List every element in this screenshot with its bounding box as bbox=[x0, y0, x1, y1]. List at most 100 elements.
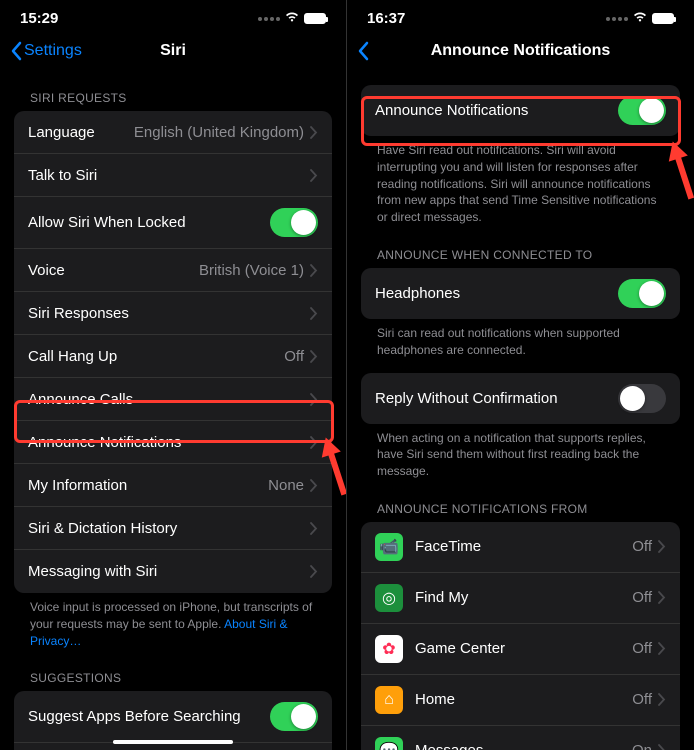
row-label: FaceTime bbox=[415, 538, 632, 555]
row-allow-locked[interactable]: Allow Siri When Locked bbox=[14, 197, 332, 249]
chevron-right-icon bbox=[658, 540, 666, 553]
row-hangup[interactable]: Call Hang Up Off bbox=[14, 335, 332, 378]
chevron-right-icon bbox=[658, 744, 666, 750]
footer-siri-requests: Voice input is processed on iPhone, but … bbox=[0, 593, 346, 655]
row-label: Siri & Dictation History bbox=[28, 520, 310, 537]
toggle-suggest-apps[interactable] bbox=[270, 702, 318, 731]
chevron-right-icon bbox=[310, 264, 318, 277]
row-messaging[interactable]: Messaging with Siri bbox=[14, 550, 332, 593]
row-label: Announce Notifications bbox=[375, 102, 618, 119]
row-label: Messages bbox=[415, 742, 632, 750]
footer-main: Have Siri read out notifications. Siri w… bbox=[347, 136, 694, 232]
section-siri-requests: SIRI REQUESTS bbox=[0, 75, 346, 111]
status-icons bbox=[258, 10, 326, 27]
page-title: Announce Notifications bbox=[347, 42, 694, 60]
toggle-allow-locked[interactable] bbox=[270, 208, 318, 237]
app-icon: ◎ bbox=[375, 584, 403, 612]
row-value: None bbox=[268, 477, 304, 494]
row-talk-to-siri[interactable]: Talk to Siri bbox=[14, 154, 332, 197]
row-label: Suggest Apps Before Searching bbox=[28, 708, 270, 725]
reset-hidden-suggestions[interactable]: Reset Hidden Suggestions bbox=[14, 743, 332, 750]
wifi-icon bbox=[284, 10, 300, 27]
row-value: Off bbox=[632, 691, 652, 708]
row-responses[interactable]: Siri Responses bbox=[14, 292, 332, 335]
nav-header: Announce Notifications bbox=[347, 31, 694, 75]
row-label: My Information bbox=[28, 477, 268, 494]
row-reply-no-confirm[interactable]: Reply Without Confirmation bbox=[361, 373, 680, 424]
nav-header: Settings Siri bbox=[0, 31, 346, 75]
row-label: Voice bbox=[28, 262, 199, 279]
row-announce-notifications-toggle[interactable]: Announce Notifications bbox=[361, 85, 680, 136]
home-indicator[interactable] bbox=[113, 740, 233, 744]
row-announce-notifications[interactable]: Announce Notifications bbox=[14, 421, 332, 464]
list-reply: Reply Without Confirmation bbox=[361, 373, 680, 424]
chevron-right-icon bbox=[310, 436, 318, 449]
row-voice[interactable]: Voice British (Voice 1) bbox=[14, 249, 332, 292]
app-icon: 💬 bbox=[375, 737, 403, 750]
chevron-right-icon bbox=[310, 565, 318, 578]
status-time: 15:29 bbox=[20, 10, 58, 27]
app-icon: ⌂ bbox=[375, 686, 403, 714]
row-app[interactable]: ◎ Find MyOff bbox=[361, 573, 680, 624]
chevron-right-icon bbox=[310, 350, 318, 363]
row-value: Off bbox=[632, 538, 652, 555]
status-bar: 16:37 bbox=[347, 0, 694, 31]
row-label: Messaging with Siri bbox=[28, 563, 310, 580]
row-headphones[interactable]: Headphones bbox=[361, 268, 680, 319]
chevron-right-icon bbox=[310, 393, 318, 406]
row-label: Game Center bbox=[415, 640, 632, 657]
row-label: Reply Without Confirmation bbox=[375, 390, 618, 407]
row-label: Talk to Siri bbox=[28, 167, 310, 184]
footer-headphones: Siri can read out notifications when sup… bbox=[347, 319, 694, 365]
row-value: Off bbox=[632, 640, 652, 657]
row-language[interactable]: Language English (United Kingdom) bbox=[14, 111, 332, 154]
back-button[interactable] bbox=[357, 41, 369, 61]
signal-icon bbox=[258, 17, 280, 21]
section-connected: ANNOUNCE WHEN CONNECTED TO bbox=[347, 232, 694, 268]
phone-left: 15:29 Settings Siri SIRI REQUESTS Langua… bbox=[0, 0, 347, 750]
row-value: English (United Kingdom) bbox=[134, 124, 304, 141]
status-bar: 15:29 bbox=[0, 0, 346, 31]
row-value: Off bbox=[284, 348, 304, 365]
toggle-announce-notifications[interactable] bbox=[618, 96, 666, 125]
toggle-headphones[interactable] bbox=[618, 279, 666, 308]
list-siri-requests: Language English (United Kingdom) Talk t… bbox=[14, 111, 332, 593]
chevron-right-icon bbox=[310, 479, 318, 492]
row-value: Off bbox=[632, 589, 652, 606]
chevron-right-icon bbox=[310, 126, 318, 139]
signal-icon bbox=[606, 17, 628, 21]
row-label: Announce Calls bbox=[28, 391, 310, 408]
row-app[interactable]: ⌂HomeOff bbox=[361, 675, 680, 726]
battery-icon bbox=[652, 13, 674, 24]
chevron-right-icon bbox=[310, 169, 318, 182]
row-label: Find My bbox=[415, 589, 632, 606]
row-app[interactable]: 📹 FaceTimeOff bbox=[361, 522, 680, 573]
toggle-reply-no-confirm[interactable] bbox=[618, 384, 666, 413]
app-icon: ✿ bbox=[375, 635, 403, 663]
row-suggest-apps[interactable]: Suggest Apps Before Searching bbox=[14, 691, 332, 743]
chevron-right-icon bbox=[658, 693, 666, 706]
status-icons bbox=[606, 10, 674, 27]
back-button[interactable]: Settings bbox=[10, 41, 82, 61]
row-label: Siri Responses bbox=[28, 305, 310, 322]
row-label: Call Hang Up bbox=[28, 348, 284, 365]
battery-icon bbox=[304, 13, 326, 24]
footer-reply: When acting on a notification that suppo… bbox=[347, 424, 694, 486]
section-suggestions: SUGGESTIONS bbox=[0, 655, 346, 691]
row-announce-calls[interactable]: Announce Calls bbox=[14, 378, 332, 421]
row-my-info[interactable]: My Information None bbox=[14, 464, 332, 507]
list-headphones: Headphones bbox=[361, 268, 680, 319]
chevron-left-icon bbox=[357, 41, 369, 61]
row-app[interactable]: 💬MessagesOn bbox=[361, 726, 680, 750]
back-label: Settings bbox=[24, 42, 82, 60]
chevron-right-icon bbox=[658, 642, 666, 655]
chevron-right-icon bbox=[310, 307, 318, 320]
app-icon: 📹 bbox=[375, 533, 403, 561]
chevron-left-icon bbox=[10, 41, 22, 61]
row-label: Announce Notifications bbox=[28, 434, 310, 451]
chevron-right-icon bbox=[310, 522, 318, 535]
phone-right: 16:37 Announce Notifications Announce No… bbox=[347, 0, 694, 750]
row-history[interactable]: Siri & Dictation History bbox=[14, 507, 332, 550]
row-label: Allow Siri When Locked bbox=[28, 214, 270, 231]
row-app[interactable]: ✿ Game CenterOff bbox=[361, 624, 680, 675]
